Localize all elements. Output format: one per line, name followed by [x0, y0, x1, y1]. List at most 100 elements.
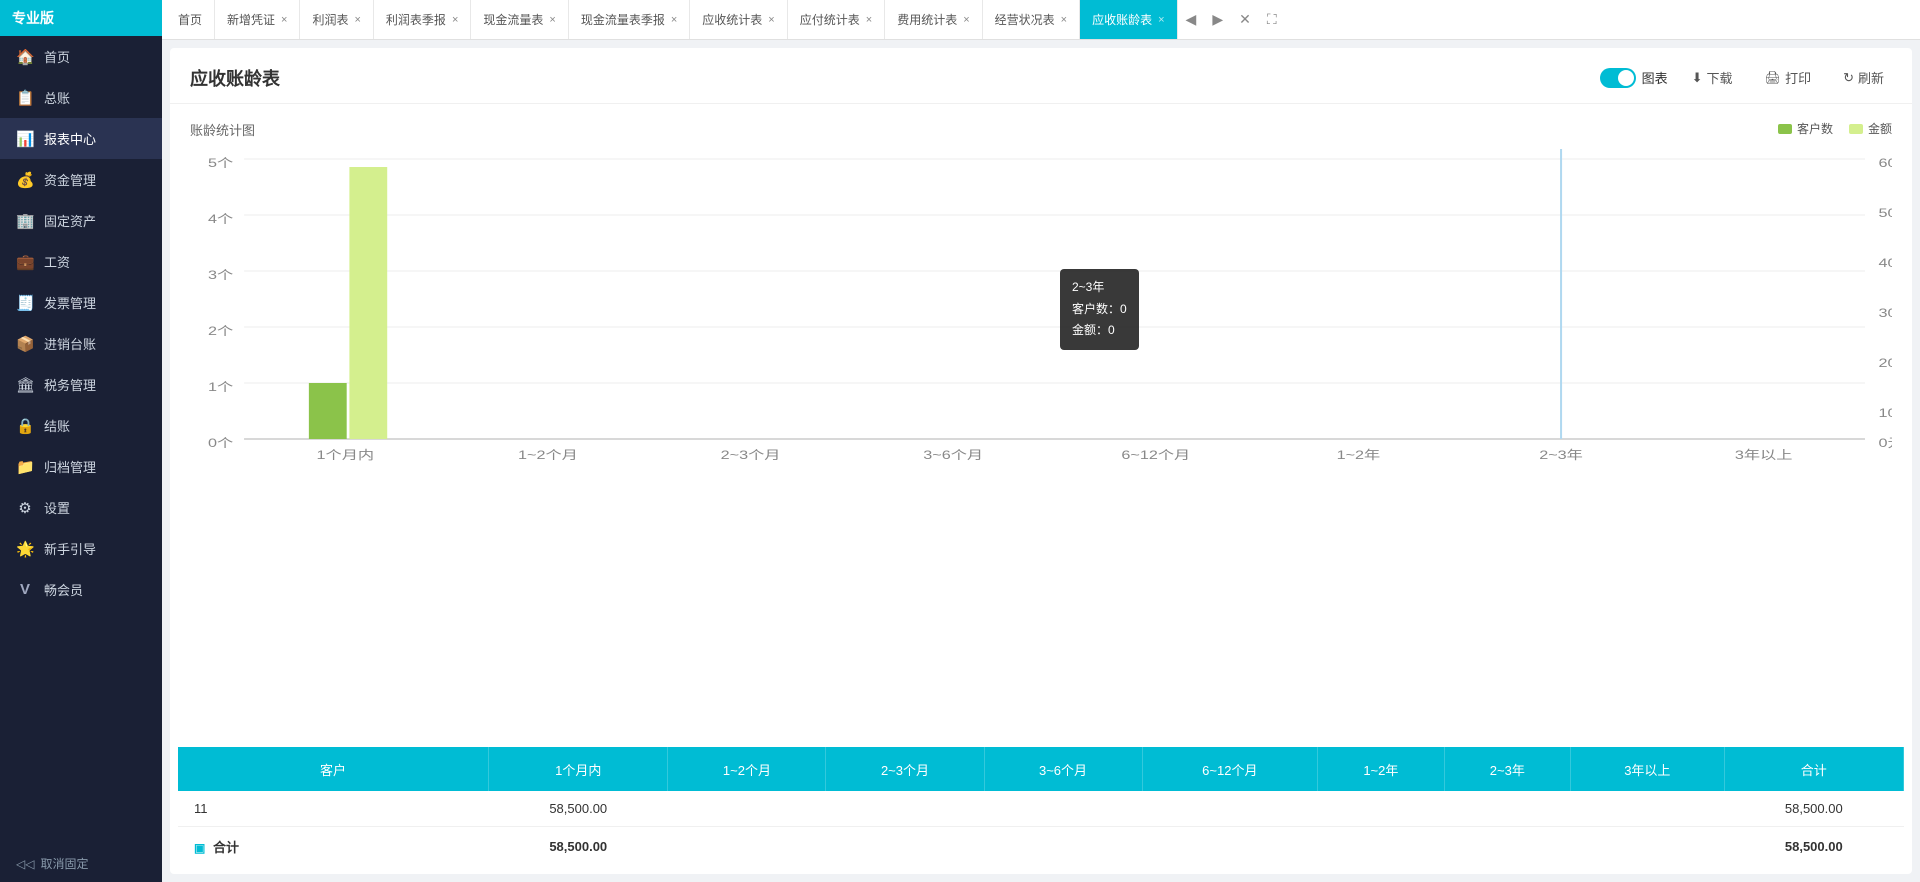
sidebar-item-asset[interactable]: 🏢 固定资产 — [0, 200, 162, 241]
chart-title: 账龄统计图 — [190, 120, 1892, 139]
tab-cashflow[interactable]: 现金流量表 × — [471, 0, 568, 39]
tab-prev-button[interactable]: ◀ — [1178, 0, 1205, 39]
tab-profit-label: 利润表 — [312, 11, 348, 28]
col-m12: 1~2个月 — [668, 747, 826, 791]
toggle-track[interactable] — [1600, 68, 1636, 88]
tax-icon: 🏛 — [16, 376, 34, 394]
svg-text:30,000.00元: 30,000.00元 — [1878, 307, 1892, 320]
close-icon[interactable]: × — [1061, 14, 1067, 26]
tab-next-button[interactable]: ▶ — [1204, 0, 1231, 39]
sidebar-item-label: 归档管理 — [44, 457, 96, 476]
tab-profit-q[interactable]: 利润表季报 × — [374, 0, 471, 39]
sidebar-item-close[interactable]: 🔒 结账 — [0, 405, 162, 446]
print-button[interactable]: 🖨 打印 — [1757, 64, 1820, 91]
svg-text:40,000.00元: 40,000.00元 — [1878, 257, 1892, 270]
sidebar-item-tax[interactable]: 🏛 税务管理 — [0, 364, 162, 405]
tab-profit[interactable]: 利润表 × — [300, 0, 373, 39]
cell-y23 — [1444, 791, 1570, 827]
svg-text:0个: 0个 — [208, 436, 233, 450]
sidebar-item-home[interactable]: 🏠 首页 — [0, 36, 162, 77]
chart-toggle[interactable]: 图表 — [1600, 68, 1668, 88]
close-icon[interactable]: × — [452, 14, 458, 26]
svg-text:2个: 2个 — [208, 324, 233, 338]
sidebar-item-invoice[interactable]: 🧾 发票管理 — [0, 282, 162, 323]
unpin-button[interactable]: ◁◁ 取消固定 — [0, 845, 162, 882]
tab-fullscreen-button[interactable]: ⛶ — [1259, 0, 1285, 39]
col-m23: 2~3个月 — [826, 747, 984, 791]
page-actions: 图表 ⬇ 下载 🖨 打印 ↻ 刷新 — [1600, 64, 1892, 91]
tab-home[interactable]: 首页 — [166, 0, 215, 39]
cell-m612 — [1142, 791, 1318, 827]
sidebar-item-label: 设置 — [44, 498, 70, 517]
close-icon[interactable]: × — [1158, 14, 1164, 26]
tab-profit-q-label: 利润表季报 — [386, 11, 446, 28]
svg-text:3个: 3个 — [208, 268, 233, 282]
print-label: 打印 — [1785, 68, 1811, 87]
chart-legend: 客户数 金额 — [1778, 120, 1892, 137]
table-area: 客户 1个月内 1~2个月 2~3个月 3~6个月 6~12个月 1~2年 2~… — [170, 747, 1912, 874]
cell-m23 — [826, 791, 984, 827]
sidebar-item-ledger[interactable]: 📋 总账 — [0, 77, 162, 118]
close-icon[interactable]: × — [671, 14, 677, 26]
close-icon[interactable]: × — [549, 14, 555, 26]
sidebar-item-label: 总账 — [44, 88, 70, 107]
print-icon: 🖨 — [1765, 70, 1782, 86]
tab-ar-age[interactable]: 应收账龄表 × — [1080, 0, 1177, 39]
svg-text:6~12个月: 6~12个月 — [1121, 448, 1190, 462]
close-icon[interactable]: × — [963, 14, 969, 26]
sidebar-item-label: 新手引导 — [44, 539, 96, 558]
salary-icon: 💼 — [16, 253, 34, 271]
sidebar-item-label: 首页 — [44, 47, 70, 66]
col-m36: 3~6个月 — [984, 747, 1142, 791]
close-icon[interactable]: × — [866, 14, 872, 26]
legend-amount: 金额 — [1849, 120, 1892, 137]
svg-text:1个: 1个 — [208, 380, 233, 394]
sidebar-item-guide[interactable]: 🌟 新手引导 — [0, 528, 162, 569]
cell-m1: 58,500.00 — [489, 791, 668, 827]
sidebar-item-archive[interactable]: 📁 归档管理 — [0, 446, 162, 487]
svg-text:2~3个月: 2~3个月 — [721, 448, 781, 462]
close-icon[interactable]: × — [281, 14, 287, 26]
tab-expense[interactable]: 费用统计表 × — [885, 0, 982, 39]
svg-text:20,000.00元: 20,000.00元 — [1878, 357, 1892, 370]
close-icon[interactable]: × — [768, 14, 774, 26]
sidebar-item-sales[interactable]: 📦 进销台账 — [0, 323, 162, 364]
tab-ar-stat[interactable]: 应收统计表 × — [690, 0, 787, 39]
tab-ar-stat-label: 应收统计表 — [702, 11, 762, 28]
settings-icon: ⚙ — [16, 499, 34, 517]
sidebar-item-label: 畅会员 — [44, 580, 83, 599]
tab-ap-stat-label: 应付统计表 — [800, 11, 860, 28]
close-icon[interactable]: × — [354, 14, 360, 26]
sidebar-item-label: 工资 — [44, 252, 70, 271]
report-icon: 📊 — [16, 130, 34, 148]
chart-area: 账龄统计图 客户数 金额 5个 4个 3个 2个 — [170, 104, 1912, 747]
page-title: 应收账龄表 — [190, 65, 280, 91]
tab-home-label: 首页 — [178, 11, 202, 28]
svg-text:1~2个月: 1~2个月 — [518, 448, 578, 462]
col-m1: 1个月内 — [489, 747, 668, 791]
sidebar-item-salary[interactable]: 💼 工资 — [0, 241, 162, 282]
refresh-button[interactable]: ↻ 刷新 — [1835, 64, 1892, 91]
download-button[interactable]: ⬇ 下载 — [1684, 64, 1741, 91]
tab-biz-stat[interactable]: 经营状况表 × — [983, 0, 1080, 39]
tab-cashflow-q[interactable]: 现金流量表季报 × — [569, 0, 690, 39]
legend-label-customers: 客户数 — [1797, 120, 1833, 137]
tab-ap-stat[interactable]: 应付统计表 × — [788, 0, 885, 39]
cell-customer: 11 — [178, 791, 489, 827]
cell-m12 — [668, 791, 826, 827]
refresh-icon: ↻ — [1843, 70, 1854, 86]
tab-bar: 首页 新增凭证 × 利润表 × 利润表季报 × 现金流量表 × 现金流量表季报 … — [162, 0, 1920, 40]
svg-text:10,000.00元: 10,000.00元 — [1878, 407, 1892, 420]
svg-text:1个月内: 1个月内 — [317, 448, 375, 462]
legend-color-amount — [1849, 124, 1863, 134]
sidebar-item-label: 固定资产 — [44, 211, 96, 230]
bar-customers-0 — [309, 383, 347, 439]
tab-voucher[interactable]: 新增凭证 × — [215, 0, 300, 39]
sidebar-item-fund[interactable]: 💰 资金管理 — [0, 159, 162, 200]
tab-close-all-button[interactable]: ✕ — [1231, 0, 1259, 39]
sidebar-item-vip[interactable]: V 畅会员 — [0, 569, 162, 610]
total-icon: ▣ — [194, 841, 205, 855]
sidebar-item-report[interactable]: 📊 报表中心 — [0, 118, 162, 159]
tab-expense-label: 费用统计表 — [897, 11, 957, 28]
sidebar-item-settings[interactable]: ⚙ 设置 — [0, 487, 162, 528]
